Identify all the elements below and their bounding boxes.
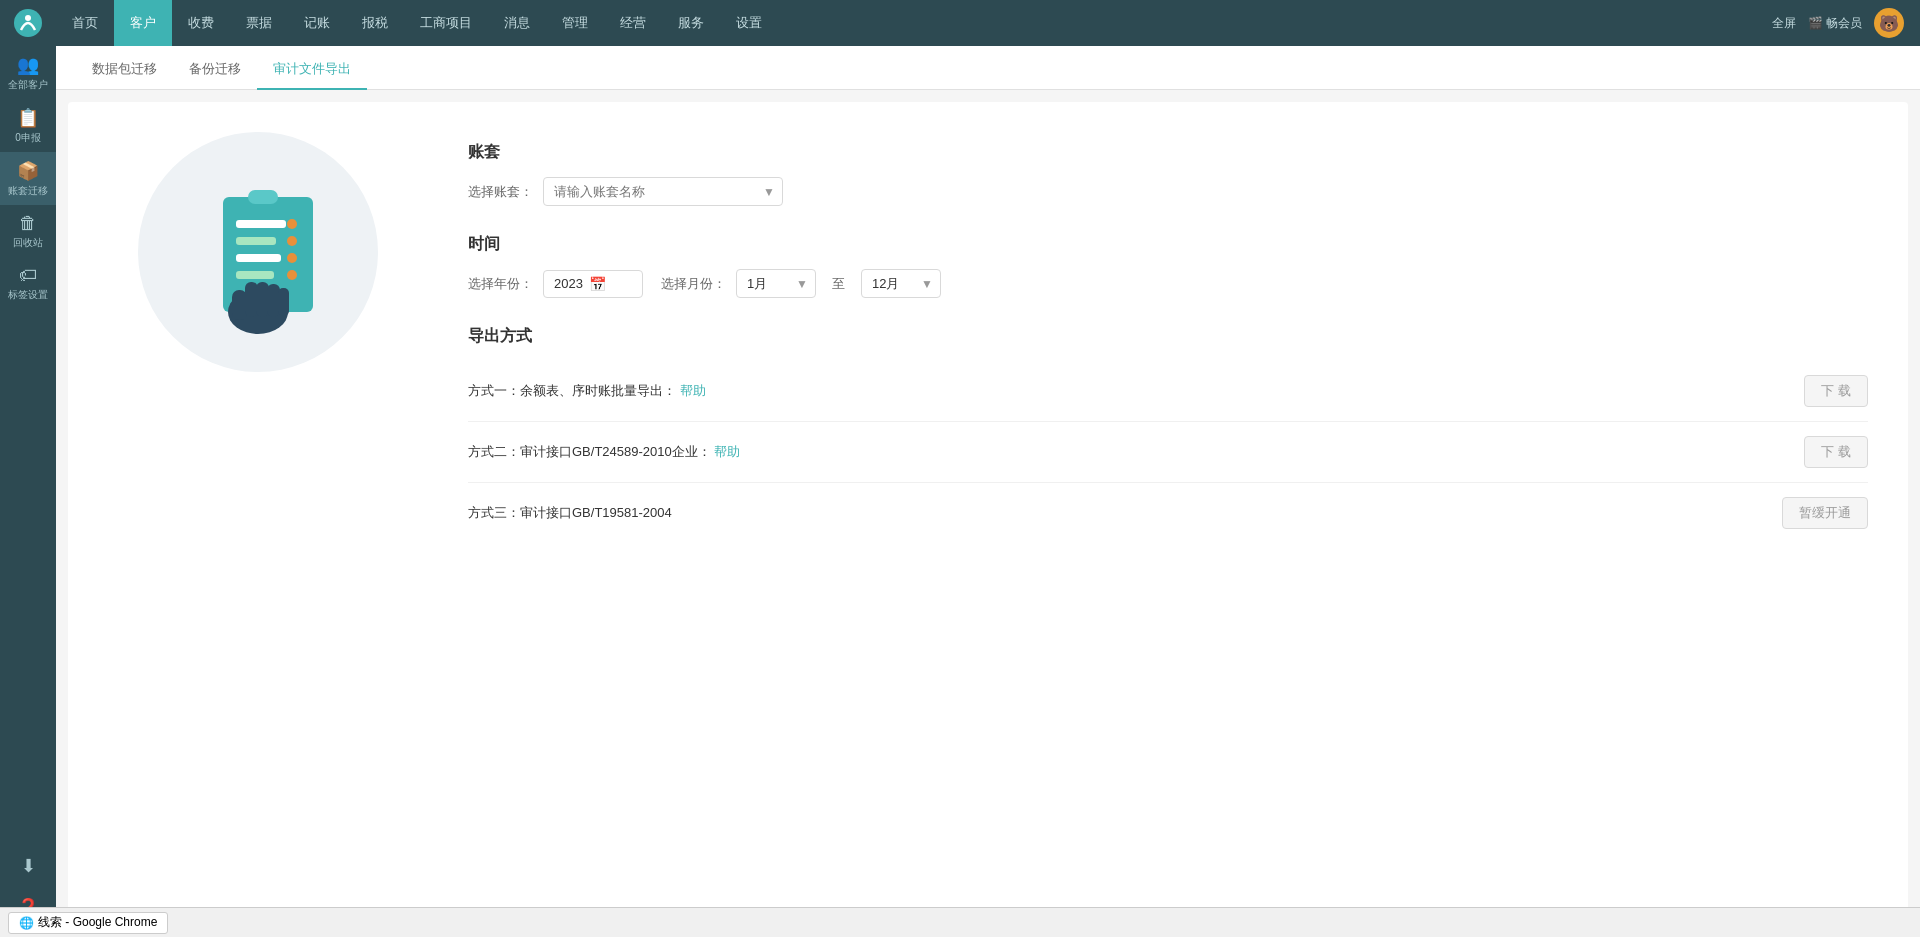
export-method-3: 方式三：审计接口GB/T19581-2004 暂缓开通 xyxy=(468,483,1868,543)
svg-point-8 xyxy=(287,236,297,246)
sidebar-item-zero-declaration[interactable]: 📋 0申报 xyxy=(0,99,56,152)
zero-declaration-icon: 📋 xyxy=(17,107,39,129)
user-avatar[interactable]: 🐻 xyxy=(1874,8,1904,38)
svg-rect-6 xyxy=(236,271,274,279)
recycle-bin-icon: 🗑 xyxy=(19,213,37,234)
export-method-2-download-btn[interactable]: 下 载 xyxy=(1804,436,1868,468)
sidebar-item-recycle-bin[interactable]: 🗑 回收站 xyxy=(0,205,56,257)
content-area: 数据包迁移 备份迁移 审计文件导出 xyxy=(56,46,1920,937)
export-method-1: 方式一：余额表、序时账批量导出： 帮助 下 载 xyxy=(468,361,1868,422)
sidebar-item-recycle-bin-label: 回收站 xyxy=(13,237,43,249)
export-method-1-download-btn[interactable]: 下 载 xyxy=(1804,375,1868,407)
time-section: 时间 选择年份： 2023 📅 选择月份： 1月 2月 3月 xyxy=(468,234,1868,298)
taskbar-chrome-label: 线索 - Google Chrome xyxy=(38,914,157,931)
nav-item-tax[interactable]: 报税 xyxy=(346,0,404,46)
svg-rect-17 xyxy=(278,288,289,316)
nav-item-home[interactable]: 首页 xyxy=(56,0,114,46)
nav-right: 全屏 🎬 畅会员 🐻 xyxy=(1772,8,1920,38)
account-form-row: 选择账套： ▼ xyxy=(468,177,1868,206)
vip-btn[interactable]: 🎬 畅会员 xyxy=(1808,15,1862,32)
nav-items: 首页 客户 收费 票据 记账 报税 工商项目 消息 xyxy=(56,0,1772,46)
sidebar-logo xyxy=(0,0,56,46)
svg-point-1 xyxy=(25,15,31,21)
svg-rect-3 xyxy=(236,220,286,228)
nav-item-clients[interactable]: 客户 xyxy=(114,0,172,46)
download-icon: ⬇ xyxy=(21,855,36,877)
svg-point-10 xyxy=(287,270,297,280)
form-area: 账套 选择账套： ▼ 时间 选择年份： 202 xyxy=(468,132,1868,543)
tag-settings-icon: 🏷 xyxy=(19,265,37,286)
export-method-1-help[interactable]: 帮助 xyxy=(680,383,706,398)
export-section-title: 导出方式 xyxy=(468,326,1868,347)
account-migration-icon: 📦 xyxy=(17,160,39,182)
month-start-label: 选择月份： xyxy=(661,275,726,293)
svg-point-9 xyxy=(287,253,297,263)
nav-item-accounting[interactable]: 记账 xyxy=(288,0,346,46)
export-method-3-coming-soon-btn[interactable]: 暂缓开通 xyxy=(1782,497,1868,529)
sidebar-item-account-migration[interactable]: 📦 账套迁移 xyxy=(0,152,56,205)
export-method-2-help[interactable]: 帮助 xyxy=(714,444,740,459)
tab-backup-migration[interactable]: 备份迁移 xyxy=(173,50,257,90)
account-select-input[interactable] xyxy=(543,177,783,206)
svg-rect-13 xyxy=(232,290,247,320)
fullscreen-btn[interactable]: 全屏 xyxy=(1772,15,1796,32)
year-label: 选择年份： xyxy=(468,275,533,293)
tab-bar: 数据包迁移 备份迁移 审计文件导出 xyxy=(56,46,1920,90)
export-method-2-text: 方式二：审计接口GB/T24589-2010企业： 帮助 xyxy=(468,443,1788,461)
sidebar-item-download[interactable]: ⬇ xyxy=(0,847,56,885)
month-end-select[interactable]: 1月 2月 3月 4月 5月 6月 7月 8月 9月 10月 11月 xyxy=(861,269,941,298)
export-method-1-text: 方式一：余额表、序时账批量导出： 帮助 xyxy=(468,382,1788,400)
time-separator: 至 xyxy=(832,275,845,293)
svg-rect-4 xyxy=(236,237,276,245)
export-method-3-text: 方式三：审计接口GB/T19581-2004 xyxy=(468,504,1766,522)
chrome-icon: 🌐 xyxy=(19,916,34,930)
time-section-title: 时间 xyxy=(468,234,1868,255)
taskbar: 🌐 线索 - Google Chrome xyxy=(0,907,1920,937)
tab-audit-export[interactable]: 审计文件导出 xyxy=(257,50,367,90)
illustration-circle xyxy=(138,132,378,372)
page-content: 账套 选择账套： ▼ 时间 选择年份： 202 xyxy=(68,102,1908,925)
sidebar-item-account-migration-label: 账套迁移 xyxy=(8,185,48,197)
sidebar-item-all-clients[interactable]: 👥 全部客户 xyxy=(0,46,56,99)
account-section: 账套 选择账套： ▼ xyxy=(468,142,1868,206)
month-start-wrapper: 1月 2月 3月 4月 5月 6月 7月 8月 9月 10月 11月 xyxy=(736,269,816,298)
time-form-row: 选择年份： 2023 📅 选择月份： 1月 2月 3月 4月 xyxy=(468,269,1868,298)
nav-item-fees[interactable]: 收费 xyxy=(172,0,230,46)
nav-item-services[interactable]: 服务 xyxy=(662,0,720,46)
nav-item-messages[interactable]: 消息 xyxy=(488,0,546,46)
export-section: 导出方式 方式一：余额表、序时账批量导出： 帮助 下 载 方式二：审计接口GB/… xyxy=(468,326,1868,543)
svg-rect-11 xyxy=(248,190,278,204)
top-nav: 首页 客户 收费 票据 记账 报税 工商项目 消息 xyxy=(56,0,1920,46)
illustration-svg xyxy=(168,152,348,352)
illustration-area xyxy=(108,132,408,372)
all-clients-icon: 👥 xyxy=(17,54,39,76)
nav-item-management[interactable]: 管理 xyxy=(546,0,604,46)
month-end-wrapper: 1月 2月 3月 4月 5月 6月 7月 8月 9月 10月 11月 xyxy=(861,269,941,298)
svg-point-7 xyxy=(287,219,297,229)
account-label: 选择账套： xyxy=(468,183,533,201)
sidebar-item-zero-declaration-label: 0申报 xyxy=(15,132,41,144)
sidebar: 👥 全部客户 📋 0申报 📦 账套迁移 🗑 回收站 🏷 标签设置 ⬇ ❓ xyxy=(0,0,56,937)
tab-data-migration[interactable]: 数据包迁移 xyxy=(76,50,173,90)
calendar-icon: 📅 xyxy=(589,276,606,292)
account-select-wrapper: ▼ xyxy=(543,177,783,206)
export-method-2: 方式二：审计接口GB/T24589-2010企业： 帮助 下 载 xyxy=(468,422,1868,483)
nav-item-business[interactable]: 工商项目 xyxy=(404,0,488,46)
nav-item-operations[interactable]: 经营 xyxy=(604,0,662,46)
year-value: 2023 xyxy=(554,276,583,291)
nav-item-settings[interactable]: 设置 xyxy=(720,0,778,46)
account-section-title: 账套 xyxy=(468,142,1868,163)
sidebar-item-all-clients-label: 全部客户 xyxy=(8,79,48,91)
sidebar-item-tag-settings-label: 标签设置 xyxy=(8,289,48,301)
sidebar-item-tag-settings[interactable]: 🏷 标签设置 xyxy=(0,257,56,309)
svg-rect-5 xyxy=(236,254,281,262)
month-start-select[interactable]: 1月 2月 3月 4月 5月 6月 7月 8月 9月 10月 11月 xyxy=(736,269,816,298)
nav-item-invoices[interactable]: 票据 xyxy=(230,0,288,46)
taskbar-chrome-item[interactable]: 🌐 线索 - Google Chrome xyxy=(8,912,168,934)
year-input[interactable]: 2023 📅 xyxy=(543,270,643,298)
main-area: 首页 客户 收费 票据 记账 报税 工商项目 消息 xyxy=(56,0,1920,937)
